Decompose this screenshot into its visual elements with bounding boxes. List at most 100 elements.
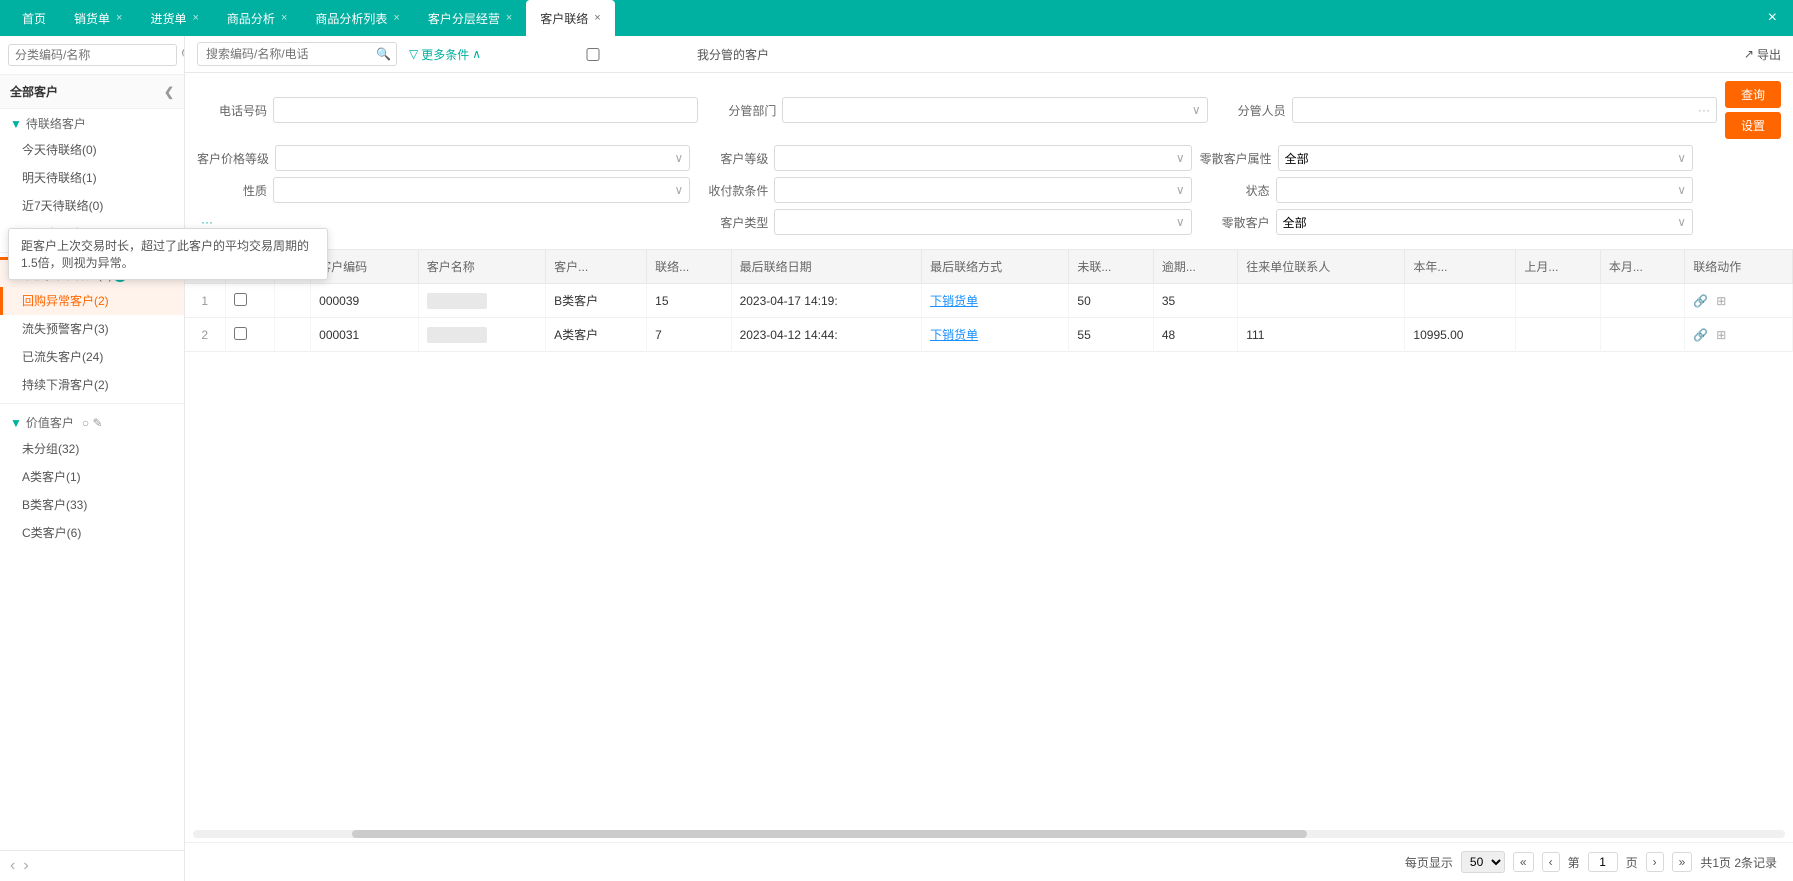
customer-contact-tab-close[interactable]: ×: [594, 12, 600, 24]
row2-code: 000031: [311, 318, 419, 352]
col-uncontacted: 未联...: [1069, 250, 1153, 284]
product-analysis-tab-label: 商品分析: [227, 10, 275, 27]
more-conditions-button[interactable]: ▽ 更多条件 ∧: [409, 46, 481, 63]
nav-tab-sales[interactable]: 销货单 ×: [60, 0, 136, 36]
sidebar-item-7days[interactable]: 近7天待联络(0): [0, 192, 184, 220]
scrollbar-track[interactable]: [193, 830, 1785, 838]
status-select[interactable]: ∨: [1276, 177, 1693, 203]
sidebar-next-icon[interactable]: ›: [23, 857, 28, 875]
chevron-down-icon: ∧: [472, 47, 481, 61]
edit-groups-icon[interactable]: ○ ✎: [82, 416, 103, 430]
sidebar-item-repurchase-active[interactable]: 回购异常客户(2): [0, 287, 184, 315]
product-analysis-tab-close[interactable]: ×: [281, 12, 287, 24]
content-area: 🔍 ▽ 更多条件 ∧ 我分管的客户 ↗ 导出 电话号码: [185, 36, 1793, 881]
product-list-tab-close[interactable]: ×: [393, 12, 399, 24]
payment-label: 收付款条件: [698, 182, 768, 199]
row2-overdue: 48: [1153, 318, 1237, 352]
sidebar-item-churned[interactable]: 已流失客户(24): [0, 343, 184, 371]
total-records-label: 共1页 2条记录: [1700, 854, 1777, 871]
row1-type: B类客户: [546, 284, 647, 318]
purchase-tab-close[interactable]: ×: [192, 12, 198, 24]
row2-grid-icon[interactable]: ⊞: [1716, 328, 1726, 342]
customer-tier-tab-close[interactable]: ×: [506, 12, 512, 24]
sidebar-prev-icon[interactable]: ‹: [10, 857, 15, 875]
cust-level-select[interactable]: ∨: [774, 145, 1191, 171]
main-layout: 🔍 全部客户 ❮ ▼ 待联络客户 今天待联络(0) 明天待联络(1) 近7天待联…: [0, 36, 1793, 881]
scatter-cust-select[interactable]: 全部∨: [1276, 209, 1693, 235]
settings-button[interactable]: 设置: [1725, 112, 1781, 139]
filter-cell-scatter-attr: 零散客户属性 全部∨: [1200, 145, 1693, 171]
nature-select[interactable]: ∨: [273, 177, 690, 203]
sidebar-item-a-class[interactable]: A类客户(1): [0, 463, 184, 491]
sales-tab-close[interactable]: ×: [116, 12, 122, 24]
sidebar-item-c-class[interactable]: C类客户(6): [0, 519, 184, 547]
last-page-button[interactable]: »: [1672, 852, 1693, 872]
department-select[interactable]: ∨: [782, 97, 1207, 123]
horizontal-scrollbar[interactable]: [185, 826, 1793, 842]
scatter-attr-select[interactable]: 全部∨: [1278, 145, 1693, 171]
pagination-bar: 每页显示 50 « ‹ 第 页 › » 共1页 2条记录: [185, 842, 1793, 881]
nav-tab-purchase[interactable]: 进货单 ×: [136, 0, 212, 36]
page-number-input[interactable]: [1588, 852, 1618, 872]
sidebar-item-churn-warning[interactable]: 流失预警客户(3): [0, 315, 184, 343]
sidebar-item-tomorrow[interactable]: 明天待联络(1): [0, 164, 184, 192]
search-icon[interactable]: 🔍: [376, 47, 391, 61]
first-page-button[interactable]: «: [1513, 852, 1534, 872]
search-input[interactable]: [197, 42, 397, 66]
group-pending-label: 待联络客户: [26, 115, 86, 132]
search-wrapper: 🔍: [197, 42, 397, 66]
more-filters-button[interactable]: ···: [197, 215, 217, 229]
scrollbar-thumb[interactable]: [352, 830, 1307, 838]
per-page-label: 每页显示: [1405, 854, 1453, 871]
sidebar-search-area: 🔍: [0, 36, 184, 75]
department-label: 分管部门: [706, 102, 776, 119]
query-button[interactable]: 查询: [1725, 81, 1781, 108]
row2-checkbox[interactable]: [225, 318, 275, 352]
filter-cell-phone: 电话号码: [197, 97, 698, 123]
cust-type-select[interactable]: ∨: [774, 209, 1191, 235]
sidebar-item-declining[interactable]: 持续下滑客户(2): [0, 371, 184, 399]
col-type: 客户...: [546, 250, 647, 284]
row2-no: 2: [185, 318, 225, 352]
nav-tab-home[interactable]: 首页: [8, 10, 60, 27]
row2-link-icon[interactable]: 🔗: [1693, 328, 1708, 342]
tooltip-popup: 距客户上次交易时长，超过了此客户的平均交易周期的1.5倍，则视为异常。: [185, 228, 328, 280]
row2-name: [418, 318, 545, 352]
home-tab-label: 首页: [22, 12, 46, 26]
row2-settings: [275, 318, 311, 352]
close-all-tabs[interactable]: ×: [1760, 9, 1785, 27]
per-page-select[interactable]: 50: [1461, 851, 1505, 873]
row1-name: [418, 284, 545, 318]
row1-grid-icon[interactable]: ⊞: [1716, 294, 1726, 308]
data-table-container[interactable]: ⚙ 客户编码 客户名称 客户... 联络... 最后联络日期 最后联络方式 未联…: [185, 250, 1793, 826]
nav-tab-product-list[interactable]: 商品分析列表 ×: [301, 0, 413, 36]
col-last-contact-method: 最后联络方式: [922, 250, 1069, 284]
sidebar-item-ungrouped[interactable]: 未分组(32): [0, 435, 184, 463]
next-page-button[interactable]: ›: [1646, 852, 1664, 872]
sidebar-item-b-class[interactable]: B类客户(33): [0, 491, 184, 519]
prev-page-button[interactable]: ‹: [1542, 852, 1560, 872]
row1-checkbox[interactable]: [225, 284, 275, 318]
person-select[interactable]: ···: [1292, 97, 1717, 123]
group-value-customers[interactable]: ▼ 价值客户 ○ ✎: [0, 408, 184, 435]
payment-arrow-icon: ∨: [1176, 183, 1185, 197]
dept-arrow-icon: ∨: [1192, 103, 1201, 117]
my-customers-filter[interactable]: 我分管的客户: [493, 46, 769, 63]
export-button[interactable]: ↗ 导出: [1744, 46, 1781, 63]
row2-contact-person: 111: [1238, 318, 1405, 352]
sidebar-search-input[interactable]: [8, 44, 177, 66]
nav-tab-product-analysis[interactable]: 商品分析 ×: [213, 0, 301, 36]
sidebar-item-today[interactable]: 今天待联络(0): [0, 136, 184, 164]
nav-tab-customer-tier[interactable]: 客户分层经营 ×: [414, 0, 526, 36]
row2-last-method[interactable]: 下销货单: [922, 318, 1069, 352]
payment-select[interactable]: ∨: [774, 177, 1191, 203]
nav-tab-customer-contact[interactable]: 客户联络 ×: [526, 0, 614, 36]
group-triangle-icon3: ▼: [10, 416, 22, 430]
row1-link-icon[interactable]: 🔗: [1693, 294, 1708, 308]
collapse-sidebar-button[interactable]: ❮: [164, 85, 174, 99]
row1-last-method[interactable]: 下销货单: [922, 284, 1069, 318]
my-customers-checkbox[interactable]: [493, 48, 693, 61]
group-pending-contact[interactable]: ▼ 待联络客户: [0, 109, 184, 136]
phone-input[interactable]: [273, 97, 698, 123]
price-level-select[interactable]: ∨: [275, 145, 690, 171]
